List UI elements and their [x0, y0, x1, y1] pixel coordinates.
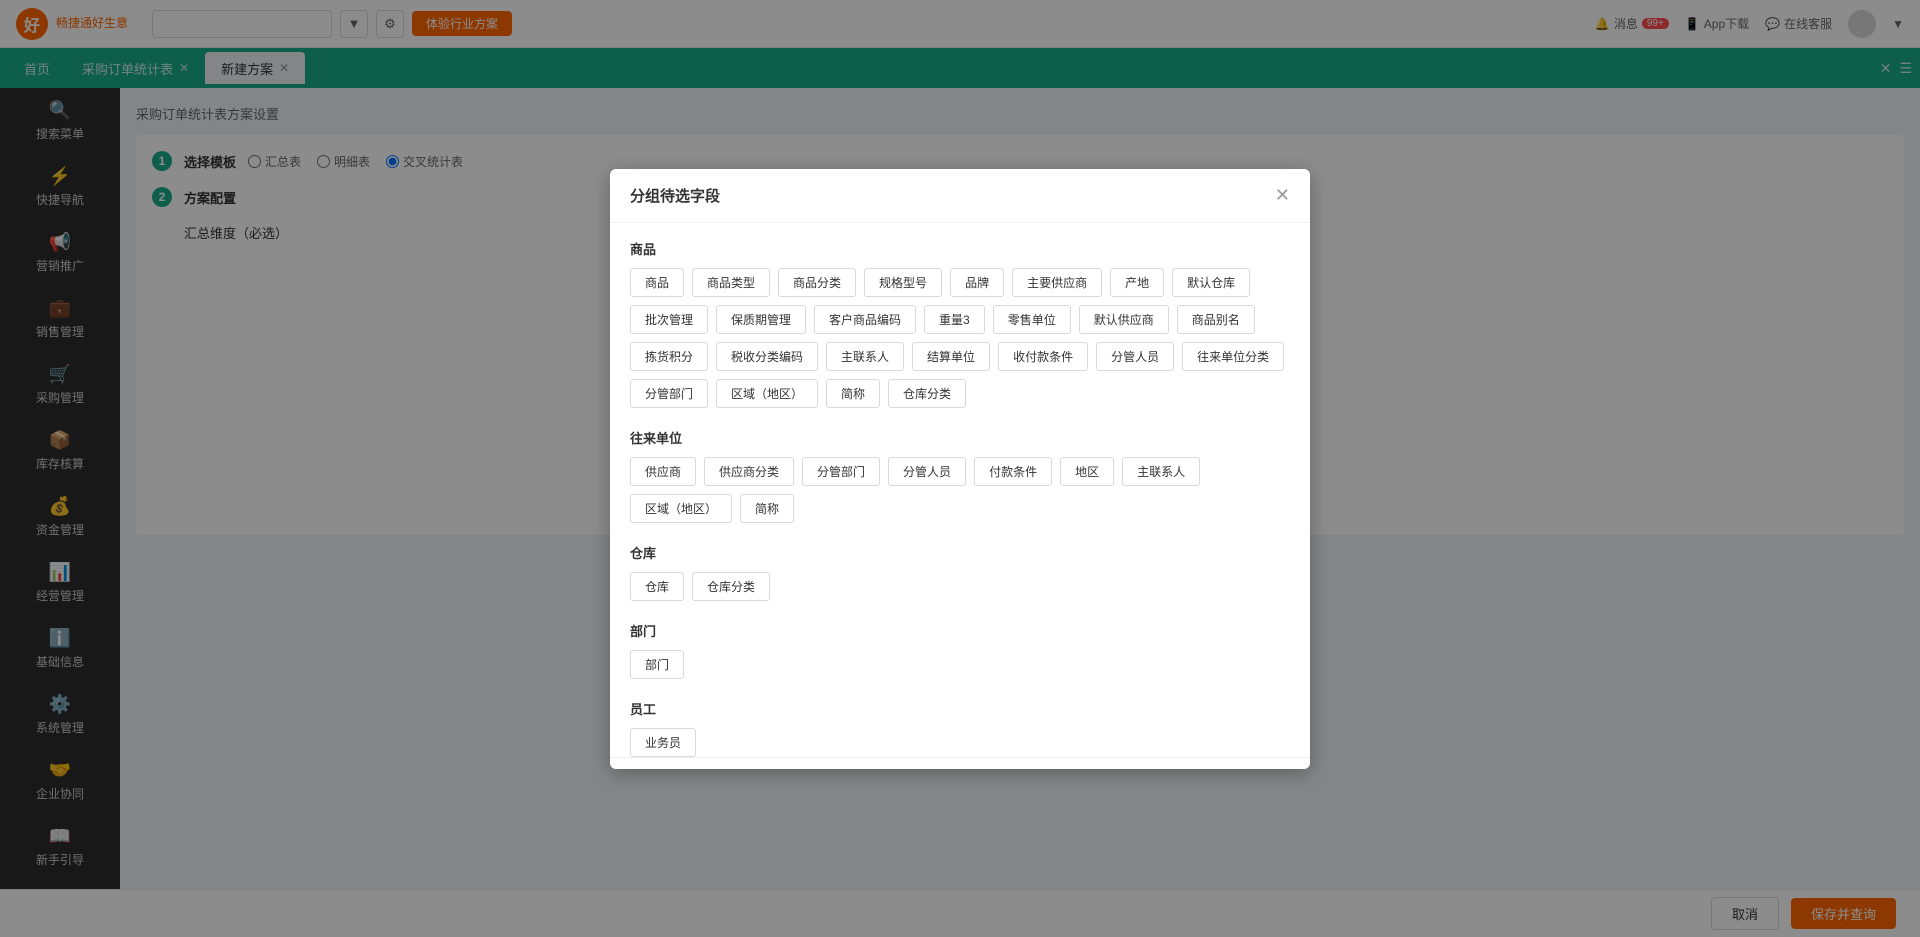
- field-tag-0-20[interactable]: 分管人员: [1096, 342, 1174, 371]
- field-tag-1-2[interactable]: 分管部门: [802, 457, 880, 486]
- modal-body[interactable]: 商品商品商品类型商品分类规格型号品牌主要供应商产地默认仓库批次管理保质期管理客户…: [610, 223, 1310, 757]
- field-section-2: 仓库仓库仓库分类: [630, 543, 1290, 601]
- section-title-4: 员工: [630, 699, 1290, 718]
- field-tag-0-17[interactable]: 主联系人: [826, 342, 904, 371]
- field-tag-0-11[interactable]: 重量3: [924, 305, 985, 334]
- field-tag-0-0[interactable]: 商品: [630, 268, 684, 297]
- field-tag-1-0[interactable]: 供应商: [630, 457, 696, 486]
- field-tag-0-23[interactable]: 区域（地区）: [716, 379, 818, 408]
- field-tag-1-4[interactable]: 付款条件: [974, 457, 1052, 486]
- field-tag-1-7[interactable]: 区域（地区）: [630, 494, 732, 523]
- field-tag-0-5[interactable]: 主要供应商: [1012, 268, 1102, 297]
- field-tag-2-1[interactable]: 仓库分类: [692, 572, 770, 601]
- field-tag-0-9[interactable]: 保质期管理: [716, 305, 806, 334]
- field-section-3: 部门部门: [630, 621, 1290, 679]
- modal-close-icon[interactable]: ✕: [1275, 185, 1290, 206]
- field-tag-0-8[interactable]: 批次管理: [630, 305, 708, 334]
- field-tag-0-24[interactable]: 简称: [826, 379, 880, 408]
- field-tag-0-12[interactable]: 零售单位: [993, 305, 1071, 334]
- field-tag-1-8[interactable]: 简称: [740, 494, 794, 523]
- section-title-0: 商品: [630, 239, 1290, 258]
- modal-header: 分组待选字段 ✕: [610, 169, 1310, 223]
- field-section-4: 员工业务员: [630, 699, 1290, 757]
- field-tag-0-6[interactable]: 产地: [1110, 268, 1164, 297]
- field-tag-1-5[interactable]: 地区: [1060, 457, 1114, 486]
- field-section-0: 商品商品商品类型商品分类规格型号品牌主要供应商产地默认仓库批次管理保质期管理客户…: [630, 239, 1290, 408]
- field-tag-0-21[interactable]: 往来单位分类: [1182, 342, 1284, 371]
- field-tag-0-19[interactable]: 收付款条件: [998, 342, 1088, 371]
- field-grid-3: 部门: [630, 650, 1290, 679]
- field-tag-0-2[interactable]: 商品分类: [778, 268, 856, 297]
- field-tag-4-0[interactable]: 业务员: [630, 728, 696, 757]
- modal-horizontal-scrollbar[interactable]: [610, 757, 1310, 769]
- field-tag-1-3[interactable]: 分管人员: [888, 457, 966, 486]
- field-tag-2-0[interactable]: 仓库: [630, 572, 684, 601]
- modal-title: 分组待选字段: [630, 185, 720, 206]
- field-grid-0: 商品商品类型商品分类规格型号品牌主要供应商产地默认仓库批次管理保质期管理客户商品…: [630, 268, 1290, 408]
- section-title-1: 往来单位: [630, 428, 1290, 447]
- field-tag-0-16[interactable]: 税收分类编码: [716, 342, 818, 371]
- modal-overlay: 分组待选字段 ✕ 商品商品商品类型商品分类规格型号品牌主要供应商产地默认仓库批次…: [0, 0, 1920, 937]
- field-tag-1-1[interactable]: 供应商分类: [704, 457, 794, 486]
- section-title-2: 仓库: [630, 543, 1290, 562]
- field-tag-0-14[interactable]: 商品别名: [1177, 305, 1255, 334]
- field-tag-0-3[interactable]: 规格型号: [864, 268, 942, 297]
- field-tag-0-22[interactable]: 分管部门: [630, 379, 708, 408]
- field-tag-3-0[interactable]: 部门: [630, 650, 684, 679]
- field-tag-0-13[interactable]: 默认供应商: [1079, 305, 1169, 334]
- field-tag-0-10[interactable]: 客户商品编码: [814, 305, 916, 334]
- field-tag-0-25[interactable]: 仓库分类: [888, 379, 966, 408]
- field-tag-0-1[interactable]: 商品类型: [692, 268, 770, 297]
- field-section-1: 往来单位供应商供应商分类分管部门分管人员付款条件地区主联系人区域（地区） 简称: [630, 428, 1290, 523]
- field-grid-1: 供应商供应商分类分管部门分管人员付款条件地区主联系人区域（地区） 简称: [630, 457, 1290, 523]
- field-tag-1-6[interactable]: 主联系人: [1122, 457, 1200, 486]
- field-grid-4: 业务员: [630, 728, 1290, 757]
- field-grid-2: 仓库仓库分类: [630, 572, 1290, 601]
- section-title-3: 部门: [630, 621, 1290, 640]
- field-tag-0-7[interactable]: 默认仓库: [1172, 268, 1250, 297]
- modal: 分组待选字段 ✕ 商品商品商品类型商品分类规格型号品牌主要供应商产地默认仓库批次…: [610, 169, 1310, 769]
- field-tag-0-4[interactable]: 品牌: [950, 268, 1004, 297]
- field-tag-0-18[interactable]: 结算单位: [912, 342, 990, 371]
- field-tag-0-15[interactable]: 拣货积分: [630, 342, 708, 371]
